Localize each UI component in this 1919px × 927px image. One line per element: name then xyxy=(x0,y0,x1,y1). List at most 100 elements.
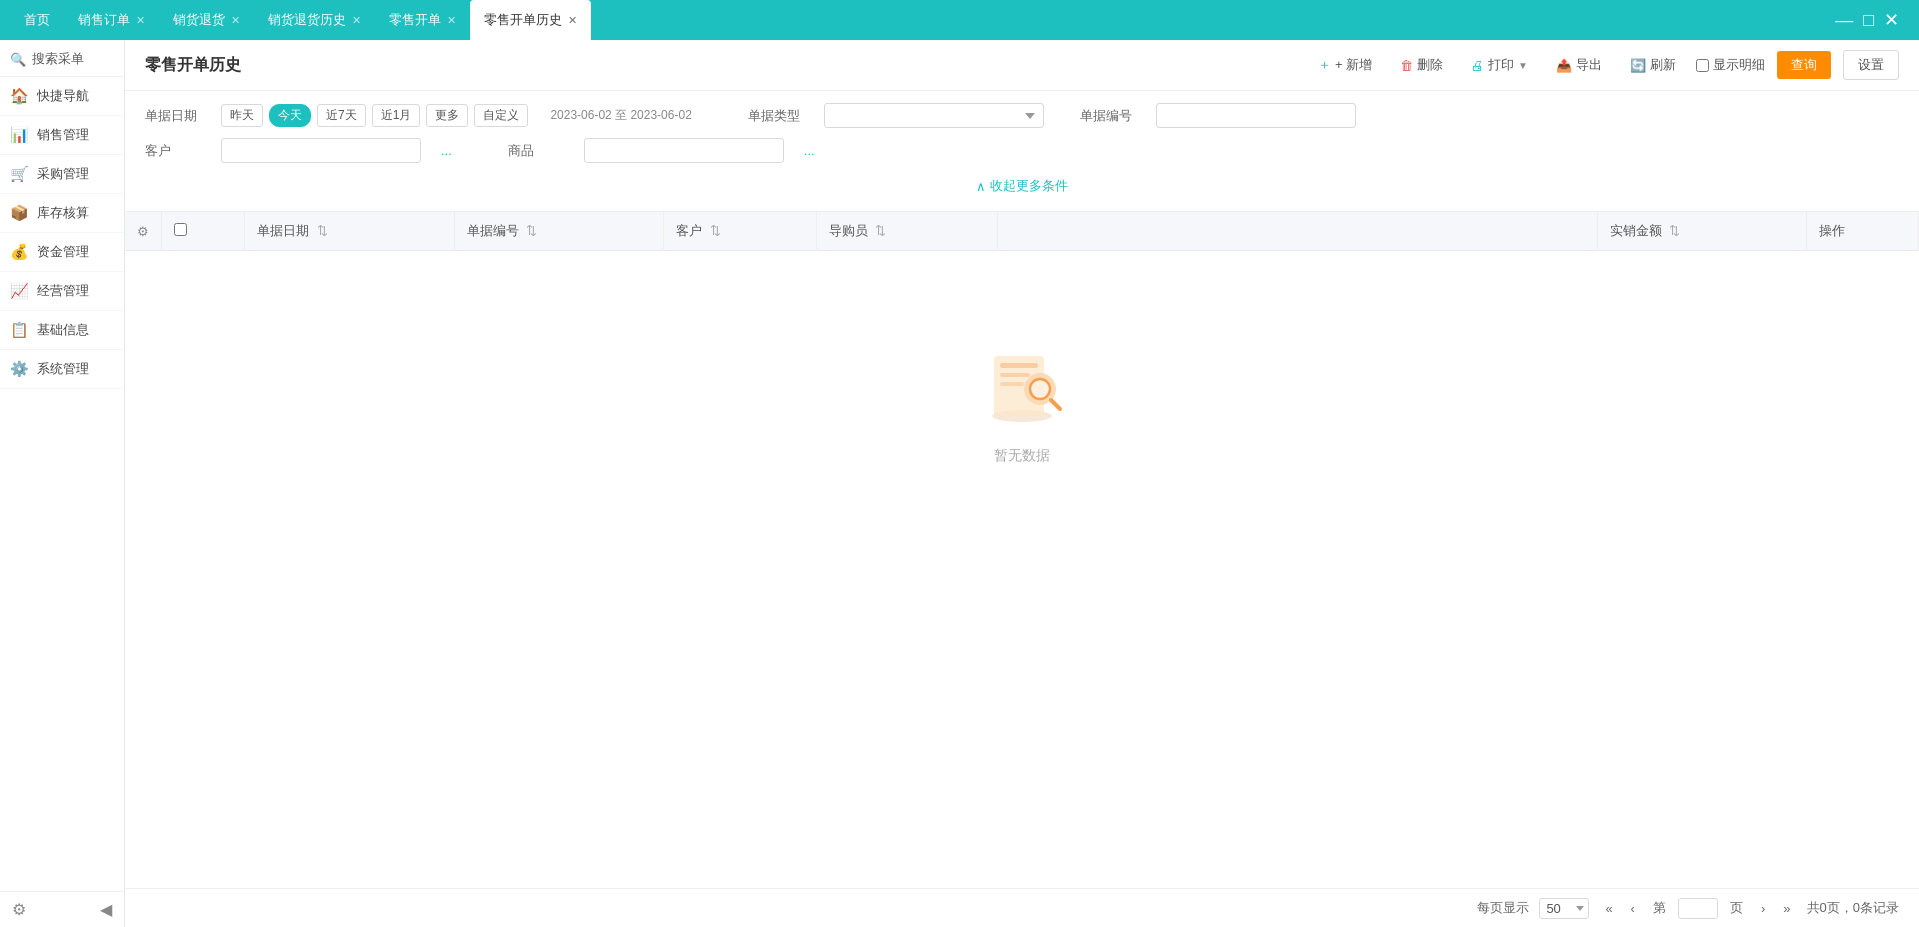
sidebar-item-inventory[interactable]: 📦 库存核算 xyxy=(0,194,124,233)
customer-more-btn[interactable]: ... xyxy=(441,143,452,158)
close-window-icon[interactable]: ✕ xyxy=(1884,9,1899,31)
date-buttons: 昨天 今天 近7天 近1月 更多 自定义 xyxy=(221,104,528,127)
sidebar-search[interactable]: 🔍 搜索采单 xyxy=(0,40,124,77)
sidebar-item-basic-info-label: 基础信息 xyxy=(37,321,89,339)
total-info: 共0页，0条记录 xyxy=(1807,899,1899,917)
show-detail-toggle[interactable]: 显示明细 xyxy=(1696,56,1765,74)
date-btn-last-month[interactable]: 近1月 xyxy=(372,104,421,127)
product-more-btn[interactable]: ... xyxy=(804,143,815,158)
current-page-input[interactable]: 1 xyxy=(1678,898,1718,919)
delete-button[interactable]: 🗑 删除 xyxy=(1392,52,1451,78)
sidebar-item-system-mgmt-label: 系统管理 xyxy=(37,360,89,378)
sidebar-item-system-mgmt[interactable]: ⚙️ 系统管理 xyxy=(0,350,124,389)
tab-sales-return-history[interactable]: 销货退货历史 ✕ xyxy=(254,0,375,40)
svg-rect-2 xyxy=(1000,363,1038,368)
doc-type-select[interactable] xyxy=(824,103,1044,128)
col-customer-sort-icon[interactable]: ⇅ xyxy=(710,223,721,238)
page-label: 第 xyxy=(1647,897,1672,919)
col-amount-label: 实销金额 xyxy=(1610,223,1662,238)
settings-label: 设置 xyxy=(1858,56,1884,74)
date-btn-yesterday[interactable]: 昨天 xyxy=(221,104,263,127)
show-detail-checkbox[interactable] xyxy=(1696,59,1709,72)
sidebar-collapse-icon[interactable]: ◀ xyxy=(100,900,112,919)
sidebar-search-label: 搜索采单 xyxy=(32,50,84,68)
purchase-mgmt-icon: 🛒 xyxy=(10,165,29,183)
export-icon: 📤 xyxy=(1556,58,1572,73)
tab-retail-open-history[interactable]: 零售开单历史 ✕ xyxy=(470,0,591,40)
col-salesperson-sort-icon[interactable]: ⇅ xyxy=(875,223,886,238)
next-page-btn[interactable]: › xyxy=(1755,899,1771,918)
prev-page-btn[interactable]: ‹ xyxy=(1625,899,1641,918)
col-date-sort-icon[interactable]: ⇅ xyxy=(317,223,328,238)
settings-button[interactable]: 设置 xyxy=(1843,50,1899,80)
date-btn-today[interactable]: 今天 xyxy=(269,104,311,127)
sidebar-item-operations[interactable]: 📈 经营管理 xyxy=(0,272,124,311)
add-icon: ＋ xyxy=(1318,56,1331,74)
product-filter-label: 商品 xyxy=(508,142,568,160)
minimize-icon[interactable]: — xyxy=(1835,10,1853,31)
tab-home[interactable]: 首页 xyxy=(10,0,64,40)
table-area: ⚙ 单据日期 ⇅ 单据编号 ⇅ 客户 ⇅ xyxy=(125,212,1919,888)
filter-area: 单据日期 昨天 今天 近7天 近1月 更多 自定义 2023-06-02 至 2… xyxy=(125,91,1919,212)
delete-icon: 🗑 xyxy=(1400,58,1413,73)
collapse-button[interactable]: ∧ 收起更多条件 xyxy=(145,173,1899,199)
sidebar-item-quick-nav[interactable]: 🏠 快捷导航 xyxy=(0,77,124,116)
page-suffix: 页 xyxy=(1724,897,1749,919)
tab-sales-return-close[interactable]: ✕ xyxy=(231,14,240,27)
print-button[interactable]: 🖨 打印 ▼ xyxy=(1463,52,1536,78)
refresh-button[interactable]: 🔄 刷新 xyxy=(1622,52,1684,78)
date-btn-custom[interactable]: 自定义 xyxy=(474,104,528,127)
tab-retail-open[interactable]: 零售开单 ✕ xyxy=(375,0,470,40)
tab-retail-open-close[interactable]: ✕ xyxy=(447,14,456,27)
content-area: 零售开单历史 ＋ + 新增 🗑 删除 🖨 打印 ▼ 📤 导出 xyxy=(125,40,1919,927)
per-page-select[interactable]: 20 50 100 200 xyxy=(1539,898,1589,919)
doc-number-input[interactable] xyxy=(1156,103,1356,128)
maximize-icon[interactable]: □ xyxy=(1863,10,1874,31)
sidebar-item-finance[interactable]: 💰 资金管理 xyxy=(0,233,124,272)
empty-state: 暂无数据 xyxy=(125,251,1919,545)
tab-sales-return-history-label: 销货退货历史 xyxy=(268,11,346,29)
sidebar-item-sales-mgmt[interactable]: 📊 销售管理 xyxy=(0,116,124,155)
tab-sales-order-close[interactable]: ✕ xyxy=(136,14,145,27)
inventory-icon: 📦 xyxy=(10,204,29,222)
date-btn-more[interactable]: 更多 xyxy=(426,104,468,127)
tab-sales-order[interactable]: 销售订单 ✕ xyxy=(64,0,159,40)
empty-state-text: 暂无数据 xyxy=(994,447,1050,465)
add-button[interactable]: ＋ + 新增 xyxy=(1310,52,1380,78)
sidebar-item-purchase-mgmt[interactable]: 🛒 采购管理 xyxy=(0,155,124,194)
col-number: 单据编号 ⇅ xyxy=(454,212,663,251)
tab-retail-open-history-close[interactable]: ✕ xyxy=(568,14,577,27)
top-nav-bar: 首页 销售订单 ✕ 销货退货 ✕ 销货退货历史 ✕ 零售开单 ✕ 零售开单历史 … xyxy=(0,0,1919,40)
filter-row-2: 客户 ... 商品 ... xyxy=(145,138,1899,163)
first-page-btn[interactable]: « xyxy=(1599,899,1618,918)
delete-label: 删除 xyxy=(1417,56,1443,74)
tab-sales-return[interactable]: 销货退货 ✕ xyxy=(159,0,254,40)
filter-row-1: 单据日期 昨天 今天 近7天 近1月 更多 自定义 2023-06-02 至 2… xyxy=(145,103,1899,128)
query-label: 查询 xyxy=(1791,56,1817,74)
customer-input[interactable] xyxy=(221,138,421,163)
product-input[interactable] xyxy=(584,138,784,163)
query-button[interactable]: 查询 xyxy=(1777,51,1831,79)
table-settings-col[interactable]: ⚙ xyxy=(125,212,162,251)
page-header: 零售开单历史 ＋ + 新增 🗑 删除 🖨 打印 ▼ 📤 导出 xyxy=(125,40,1919,91)
tab-sales-order-label: 销售订单 xyxy=(78,11,130,29)
sidebar-settings-icon[interactable]: ⚙ xyxy=(12,900,26,919)
sidebar-item-basic-info[interactable]: 📋 基础信息 xyxy=(0,311,124,350)
col-checkbox xyxy=(162,212,245,251)
refresh-icon: 🔄 xyxy=(1630,58,1646,73)
col-amount-sort-icon[interactable]: ⇅ xyxy=(1669,223,1680,238)
date-btn-last7[interactable]: 近7天 xyxy=(317,104,366,127)
sidebar-item-operations-label: 经营管理 xyxy=(37,282,89,300)
page-navigation: « ‹ 第 1 页 › » xyxy=(1599,897,1796,919)
sidebar-item-purchase-mgmt-label: 采购管理 xyxy=(37,165,89,183)
empty-state-row: 暂无数据 xyxy=(125,251,1919,546)
col-number-label: 单据编号 xyxy=(467,223,519,238)
select-all-checkbox[interactable] xyxy=(174,223,187,236)
sidebar-item-quick-nav-label: 快捷导航 xyxy=(37,87,89,105)
export-button[interactable]: 📤 导出 xyxy=(1548,52,1610,78)
last-page-btn[interactable]: » xyxy=(1777,899,1796,918)
date-range-display: 2023-06-02 至 2023-06-02 xyxy=(550,107,691,124)
print-icon: 🖨 xyxy=(1471,58,1484,73)
tab-sales-return-history-close[interactable]: ✕ xyxy=(352,14,361,27)
col-number-sort-icon[interactable]: ⇅ xyxy=(526,223,537,238)
